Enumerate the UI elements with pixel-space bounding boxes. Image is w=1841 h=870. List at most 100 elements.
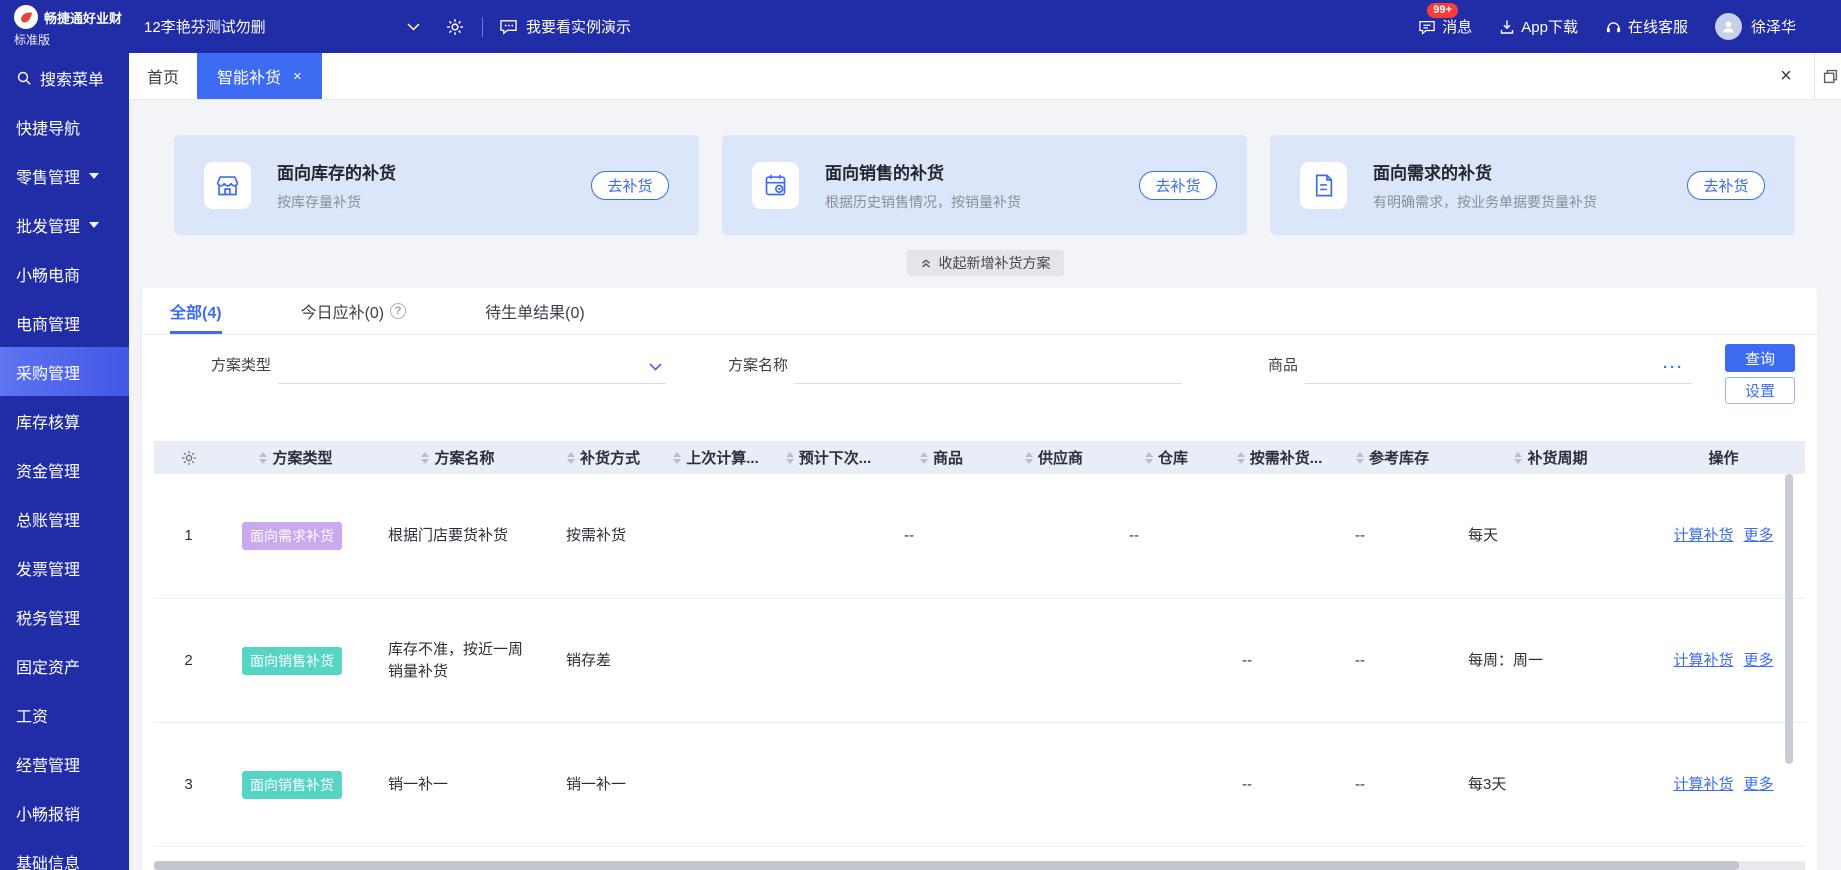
sidebar-item-quick-nav[interactable]: 快捷导航 <box>0 102 129 151</box>
sidebar-item-search[interactable]: 搜索菜单 <box>0 53 129 102</box>
topbar-actions: 99+ 消息 App下载 在线客服 徐泽华 <box>1418 3 1796 40</box>
close-icon[interactable]: × <box>1758 53 1814 99</box>
plan-name-input[interactable] <box>795 348 1182 383</box>
messages-label: 消息 <box>1442 19 1473 36</box>
vertical-scrollbar[interactable] <box>1785 474 1793 764</box>
user-avatar[interactable] <box>1714 13 1742 40</box>
headset-icon <box>1605 19 1622 35</box>
sidebar-item-expense[interactable]: 小畅报销 <box>0 788 129 837</box>
sidebar-item-ecommerce[interactable]: 电商管理 <box>0 298 129 347</box>
download-icon <box>1499 19 1515 35</box>
brand-name: 畅捷通好业财 <box>44 10 123 26</box>
cell-actions: 计算补货 更多 <box>1653 650 1794 672</box>
col-header-product[interactable]: 商品 <box>885 441 998 474</box>
col-header-ref-stock[interactable]: 参考库存 <box>1336 441 1449 474</box>
cell-product: -- <box>904 527 914 544</box>
sort-icon <box>919 451 928 464</box>
collapse-plans-label: 收起新增补货方案 <box>938 255 1051 271</box>
go-replenish-button[interactable]: 去补货 <box>591 170 669 200</box>
username[interactable]: 徐泽华 <box>1751 16 1796 37</box>
messages-button[interactable]: 99+ 消息 <box>1418 3 1473 37</box>
org-selector[interactable]: 12李艳芬测试勿删 <box>144 10 420 44</box>
sort-icon <box>1144 451 1153 464</box>
col-header-plan-type[interactable]: 方案类型 <box>223 441 369 474</box>
cell-ref-stock: -- <box>1355 651 1365 669</box>
document-icon <box>1300 161 1347 209</box>
col-header-warehouse[interactable]: 仓库 <box>1110 441 1223 474</box>
plan-type-label: 方案类型 <box>211 357 272 374</box>
tab-pending-results[interactable]: 待生单结果(0) <box>485 288 585 334</box>
tab-home[interactable]: 首页 <box>129 53 197 99</box>
tab-smart-replenishment[interactable]: 智能补货 × <box>197 53 322 99</box>
col-header-last-calc[interactable]: 上次计算... <box>660 441 772 474</box>
sidebar-item-invoice[interactable]: 发票管理 <box>0 543 129 592</box>
sidebar-item-retail[interactable]: 零售管理 <box>0 151 129 200</box>
plan-type-badge: 面向销售补货 <box>242 646 342 675</box>
main-content: 面向库存的补货 按库存量补货 去补货 面向销售的补货 根据历史销售情况，按销量补… <box>129 100 1841 870</box>
more-link[interactable]: 更多 <box>1744 650 1774 672</box>
calculate-replenish-link[interactable]: 计算补货 <box>1673 650 1733 672</box>
demo-link[interactable]: 我要看实例演示 <box>499 16 631 37</box>
close-icon[interactable]: × <box>293 69 302 84</box>
table-header: 方案类型 方案名称 补货方式 上次计算... 预计下次... 商品 供应商 仓库… <box>154 441 1805 474</box>
tab-all[interactable]: 全部(4) <box>170 288 222 334</box>
online-support-button[interactable]: 在线客服 <box>1605 16 1688 37</box>
cell-plan-name: 根据门店要货补货 <box>388 527 509 544</box>
col-header-demand-qty[interactable]: 按需补货... <box>1223 441 1336 474</box>
scrollbar-thumb[interactable] <box>154 861 1739 870</box>
settings-button[interactable]: 设置 <box>1725 377 1795 404</box>
sidebar-item-xiaochang-ecommerce[interactable]: 小畅电商 <box>0 249 129 298</box>
help-icon[interactable]: ? <box>390 303 407 319</box>
sort-icon <box>785 451 794 464</box>
sidebar-item-fixed-assets[interactable]: 固定资产 <box>0 641 129 690</box>
col-header-cycle[interactable]: 补货周期 <box>1449 441 1653 474</box>
sidebar-item-tax[interactable]: 税务管理 <box>0 592 129 641</box>
plan-type-select[interactable] <box>278 348 666 384</box>
more-link[interactable]: 更多 <box>1744 774 1774 796</box>
sidebar-item-payroll[interactable]: 工资 <box>0 690 129 739</box>
table-row-partial <box>154 847 1805 861</box>
sidebar-item-inventory-accounting[interactable]: 库存核算 <box>0 396 129 445</box>
card-demand-replenishment: 面向需求的补货 有明确需求，按业务单据要货量补货 去补货 <box>1270 135 1795 235</box>
row-index: 2 <box>184 651 193 669</box>
col-header-next-calc[interactable]: 预计下次... <box>772 441 885 474</box>
product-input[interactable] <box>1305 348 1692 383</box>
sidebar-item-general-ledger[interactable]: 总账管理 <box>0 494 129 543</box>
more-link[interactable]: 更多 <box>1744 525 1774 547</box>
column-settings-button[interactable] <box>154 441 223 474</box>
tab-due-today[interactable]: 今日应补(0) ? <box>301 288 407 334</box>
store-icon <box>204 161 251 209</box>
cell-ref-stock: -- <box>1355 775 1365 793</box>
gear-icon[interactable] <box>446 18 464 36</box>
query-button[interactable]: 查询 <box>1725 344 1795 372</box>
cell-plan-type: 面向销售补货 <box>223 770 369 799</box>
cell-plan-name: 库存不准，按近一周销量补货 <box>388 640 524 680</box>
table-row: 1 面向需求补货 根据门店要货补货 按需补货 -- -- -- 每天 计算补货 … <box>154 474 1805 599</box>
sidebar-item-basic-info[interactable]: 基础信息 <box>0 837 129 870</box>
restore-layout-icon[interactable] <box>1814 53 1841 99</box>
calculate-replenish-link[interactable]: 计算补货 <box>1673 774 1733 796</box>
horizontal-scrollbar[interactable] <box>154 861 1805 870</box>
sort-icon <box>421 451 430 464</box>
sidebar-item-label: 搜索菜单 <box>40 71 105 89</box>
sidebar-item-purchase[interactable]: 采购管理 <box>0 347 129 396</box>
plans-table: 方案类型 方案名称 补货方式 上次计算... 预计下次... 商品 供应商 仓库… <box>154 441 1805 861</box>
calculate-replenish-link[interactable]: 计算补货 <box>1673 525 1733 547</box>
cell-actions: 计算补货 更多 <box>1653 774 1794 796</box>
collapse-plans-button[interactable]: 收起新增补货方案 <box>906 250 1064 276</box>
sidebar-item-funds[interactable]: 资金管理 <box>0 445 129 494</box>
col-header-method[interactable]: 补货方式 <box>547 441 660 474</box>
col-header-plan-name[interactable]: 方案名称 <box>369 441 547 474</box>
col-header-supplier[interactable]: 供应商 <box>998 441 1110 474</box>
sidebar-item-wholesale[interactable]: 批发管理 <box>0 200 129 249</box>
brand-edition: 标准版 <box>14 33 51 47</box>
go-replenish-button[interactable]: 去补货 <box>1139 170 1217 200</box>
app-download-button[interactable]: App下载 <box>1499 16 1578 37</box>
message-icon <box>1418 19 1436 35</box>
go-replenish-button[interactable]: 去补货 <box>1687 170 1765 200</box>
card-subtitle: 有明确需求，按业务单据要货量补货 <box>1373 193 1597 210</box>
topbar: 畅捷通好业财 标准版 12李艳芬测试勿删 我要看实例演示 99+ 消息 App下… <box>0 0 1841 53</box>
sort-icon <box>1355 451 1364 464</box>
sidebar-item-operations[interactable]: 经营管理 <box>0 739 129 788</box>
more-options-icon[interactable]: ··· <box>1663 359 1684 376</box>
